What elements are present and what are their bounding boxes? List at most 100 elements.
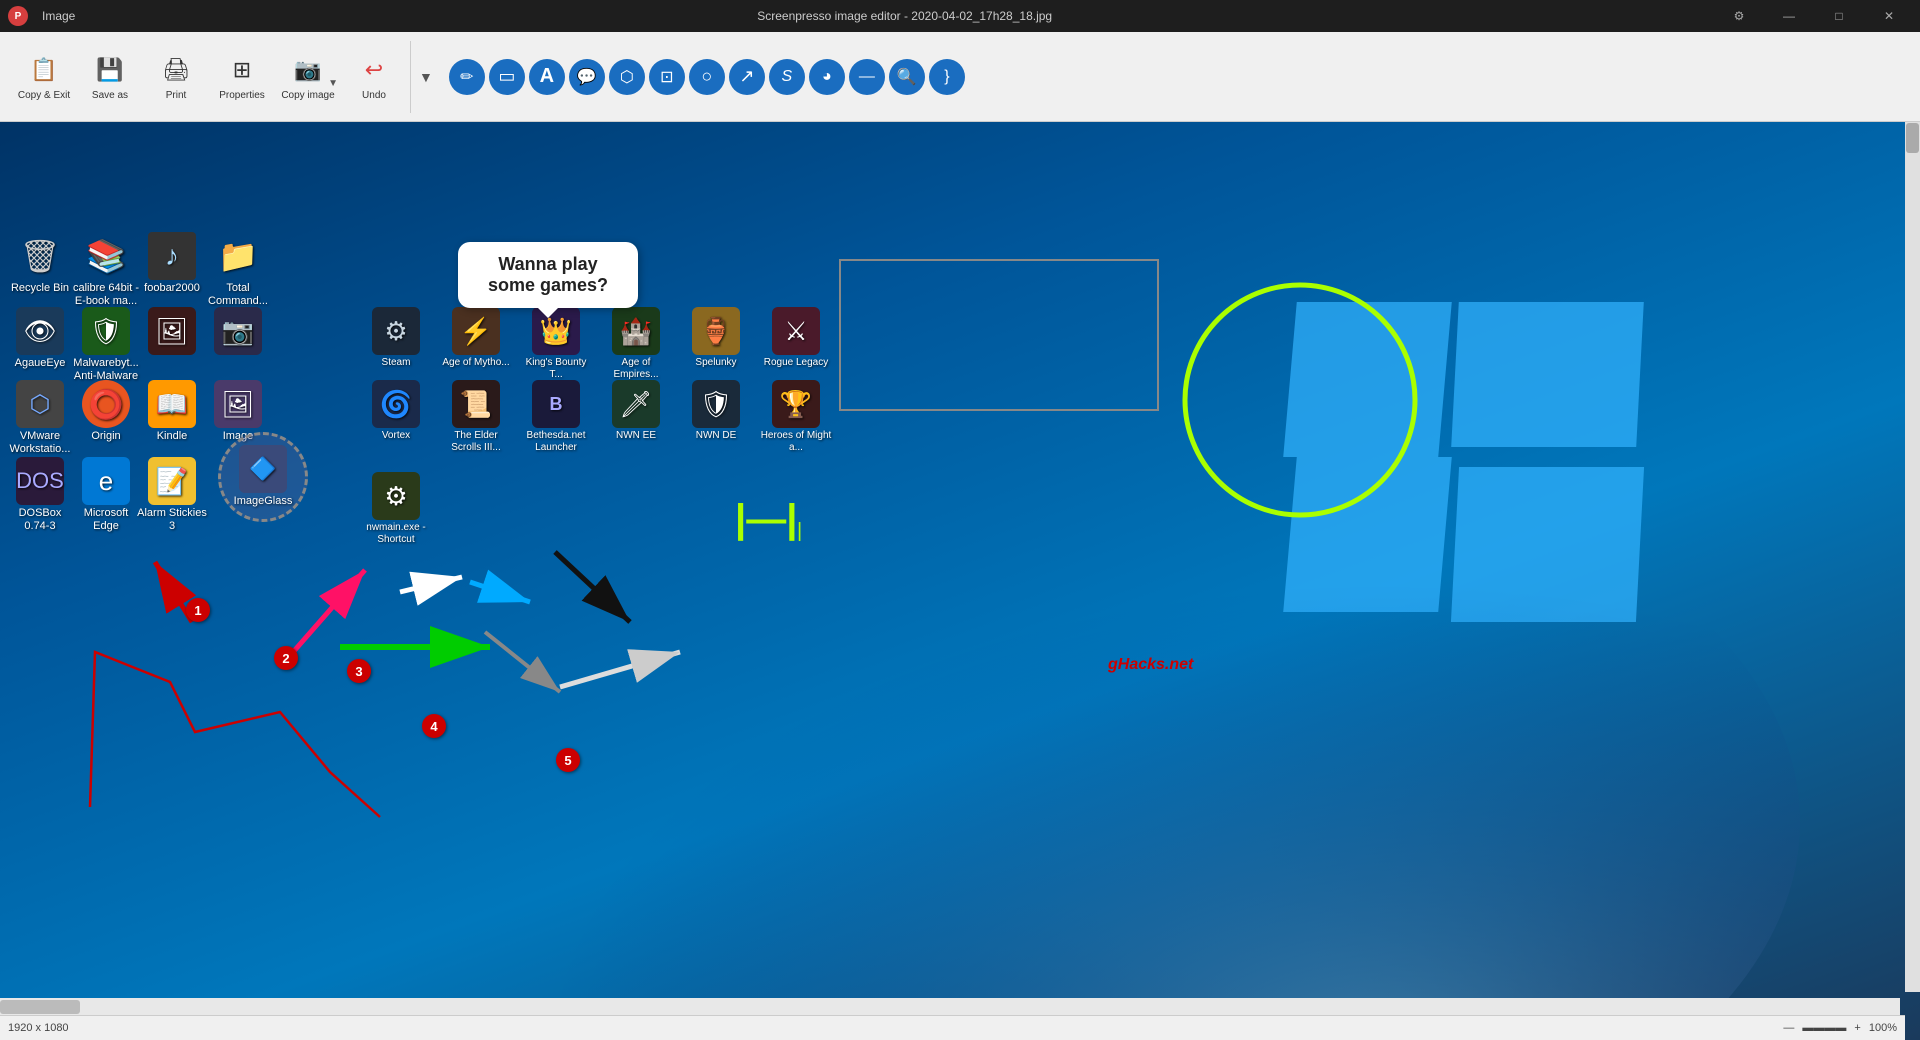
desktop-icon-icon3[interactable]: 🖼 [136, 307, 208, 357]
desktop-icon-origin[interactable]: ⭕ Origin [70, 380, 142, 443]
game-icon-rogue-legacy[interactable]: ⚔ Rogue Legacy [760, 307, 832, 381]
desktop-icon-calibre[interactable]: 📚 calibre 64bit - E-book ma... [70, 232, 142, 308]
text-tool-button[interactable]: A [529, 59, 565, 95]
desktop-icon-alarm-stickies[interactable]: 📝 Alarm Stickies 3 [136, 457, 208, 533]
magnify-tool-button[interactable]: 🔍 [889, 59, 925, 95]
obfuscate-tool-button[interactable]: ⊡ [649, 59, 685, 95]
zoom-slider[interactable]: ▬▬▬▬ [1802, 1022, 1846, 1034]
ellipse-tool-button[interactable]: ○ [689, 59, 725, 95]
nwmain-label: nwmain.exe - Shortcut [360, 522, 432, 546]
vertical-scrollbar[interactable] [1905, 122, 1920, 992]
close-button[interactable]: ✕ [1866, 0, 1912, 32]
vmware-label: VMware Workstatio... [5, 430, 75, 456]
copy-exit-icon: 📋 [26, 52, 62, 88]
copy-image-button[interactable]: 📷 Copy image ▼ [276, 41, 340, 113]
desktop-icon-kindle[interactable]: 📖 Kindle [136, 380, 208, 443]
game-icon-age-mythology[interactable]: ⚡ Age of Mytho... [440, 307, 512, 381]
zoom-in-button[interactable]: + [1854, 1022, 1860, 1034]
minimize-button[interactable]: — [1766, 0, 1812, 32]
game-icon-vortex[interactable]: 🌀 Vortex [360, 380, 432, 454]
origin-label: Origin [91, 430, 120, 443]
undo-button[interactable]: ↩ Undo [342, 41, 406, 113]
icon3-icon: 🖼 [148, 307, 196, 355]
desktop-icon-dosbox[interactable]: DOS DOSBox 0.74-3 [4, 457, 76, 533]
agaueeye-label: AgaueEye [15, 357, 66, 370]
image-dimensions: 1920 x 1080 [8, 1022, 69, 1034]
game-icon-elder-scrolls[interactable]: 📜 The Elder Scrolls III... [440, 380, 512, 454]
bethesda-icon: B [532, 380, 580, 428]
win-logo-tr [1451, 302, 1644, 447]
game-icon-nwn-ee[interactable]: 🗡 NWN EE [600, 380, 672, 454]
stop-tool-button[interactable]: ⬡ [609, 59, 645, 95]
teardrop-tool-button[interactable]: ◕ [809, 59, 845, 95]
elder-scrolls-icon: 📜 [452, 380, 500, 428]
dropdown-arrow: ▼ [328, 78, 338, 89]
steam-label: Steam [382, 357, 411, 369]
bethesda-label: Bethesda.net Launcher [520, 430, 592, 454]
game-icon-heroes[interactable]: 🏆 Heroes of Might a... [760, 380, 832, 454]
image-icon: 🖼 [214, 380, 262, 428]
undo-icon: ↩ [356, 52, 392, 88]
imageglass-icon: 🔷 [239, 445, 287, 493]
properties-button[interactable]: ⊞ Properties [210, 41, 274, 113]
zoom-level: 100% [1869, 1022, 1897, 1034]
desktop-icon-edge[interactable]: e Microsoft Edge [70, 457, 142, 533]
desktop-icon-imageglass[interactable]: 🔷 ImageGlass [227, 445, 299, 508]
desktop-icon-recycle-bin[interactable]: 🗑 Recycle Bin [4, 232, 76, 295]
copy-exit-button[interactable]: 📋 Copy & Exit [12, 41, 76, 113]
foobar-icon: ♪ [148, 232, 196, 280]
rogue-legacy-icon: ⚔ [772, 307, 820, 355]
pencil-tool-button[interactable]: ✏ [449, 59, 485, 95]
save-as-icon: 💾 [92, 52, 128, 88]
origin-icon: ⭕ [82, 380, 130, 428]
horizontal-scroll-thumb[interactable] [0, 1000, 80, 1014]
toolbar-dropdown-arrow[interactable]: ▼ [419, 69, 433, 85]
nwn-de-label: NWN DE [696, 430, 737, 442]
heroes-icon: 🏆 [772, 380, 820, 428]
game-icon-steam[interactable]: ⚙ Steam [360, 307, 432, 381]
desktop-icon-total-commander[interactable]: 📁 Total Command... [202, 232, 274, 308]
vortex-icon: 🌀 [372, 380, 420, 428]
line-tool-button[interactable]: — [849, 59, 885, 95]
rectangle-tool-button[interactable]: ▭ [489, 59, 525, 95]
heroes-label: Heroes of Might a... [760, 430, 832, 454]
age-empires-label: Age of Empires... [600, 357, 672, 381]
desktop-icon-malwarebytes[interactable]: 🛡 Malwarebyt... Anti-Malware [70, 307, 142, 383]
dosbox-label: DOSBox 0.74-3 [5, 507, 75, 533]
tool-icons-group: ✏ ▭ A 💬 ⬡ ⊡ ○ ↗ S ◕ — 🔍 } [441, 59, 973, 95]
game-icon-nwmain[interactable]: ⚙ nwmain.exe - Shortcut [360, 472, 432, 546]
window-controls: ⚙ — □ ✕ [1716, 0, 1912, 32]
print-button[interactable]: 🖨 Print [144, 41, 208, 113]
arrow-tool-button[interactable]: ↗ [729, 59, 765, 95]
desktop-icon-vmware[interactable]: ⬡ VMware Workstatio... [4, 380, 76, 456]
swirl-tool-button[interactable]: S [769, 59, 805, 95]
game-icon-spelunky[interactable]: 🏺 Spelunky [680, 307, 752, 381]
status-bar: 1920 x 1080 — ▬▬▬▬ + 100% [0, 1015, 1905, 1040]
horizontal-scrollbar[interactable] [0, 998, 1900, 1016]
more-tool-button[interactable]: } [929, 59, 965, 95]
save-as-button[interactable]: 💾 Save as [78, 41, 142, 113]
callout-tool-button[interactable]: 💬 [569, 59, 605, 95]
game-icon-nwn-de[interactable]: 🛡 NWN DE [680, 380, 752, 454]
zoom-out-button[interactable]: — [1783, 1022, 1794, 1034]
age-empires-icon: 🏰 [612, 307, 660, 355]
alarm-stickies-label: Alarm Stickies 3 [137, 507, 207, 533]
desktop-icon-agaueeye[interactable]: 👁 AgaueEye [4, 307, 76, 370]
spelunky-icon: 🏺 [692, 307, 740, 355]
age-mythology-label: Age of Mytho... [442, 357, 509, 369]
elder-scrolls-label: The Elder Scrolls III... [440, 430, 512, 454]
steam-icon: ⚙ [372, 307, 420, 355]
nwn-ee-icon: 🗡 [612, 380, 660, 428]
badge-5: 5 [556, 748, 580, 772]
desktop-icon-icon4[interactable]: 📷 [202, 307, 274, 357]
vertical-scroll-thumb[interactable] [1906, 123, 1919, 153]
desktop-icon-foobar[interactable]: ♪ foobar2000 [136, 232, 208, 295]
nwn-ee-label: NWN EE [616, 430, 656, 442]
maximize-button[interactable]: □ [1816, 0, 1862, 32]
vortex-label: Vortex [382, 430, 410, 442]
game-icon-age-empires[interactable]: 🏰 Age of Empires... [600, 307, 672, 381]
copy-image-icon: 📷 [290, 52, 326, 88]
game-icon-bethesda[interactable]: B Bethesda.net Launcher [520, 380, 592, 454]
menu-image[interactable]: Image [36, 7, 81, 25]
settings-button[interactable]: ⚙ [1716, 0, 1762, 32]
